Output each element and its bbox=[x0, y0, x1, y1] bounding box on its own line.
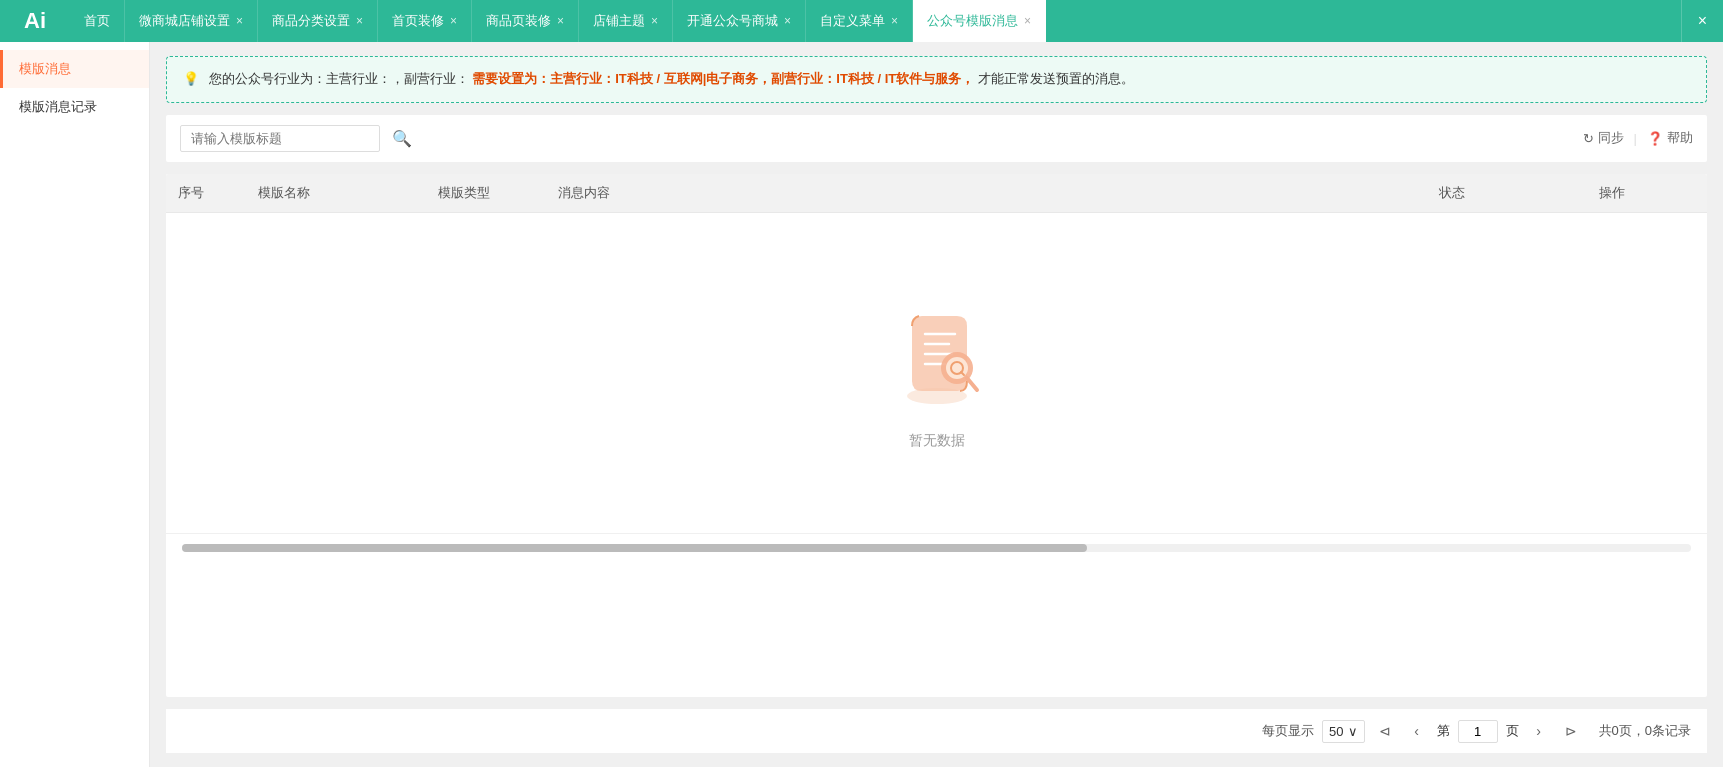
divider: | bbox=[1634, 131, 1637, 146]
sync-icon: ↻ bbox=[1583, 131, 1594, 146]
content-area: 💡 您的公众号行业为：主营行业：，副营行业： 需要设置为：主营行业：IT科技 /… bbox=[150, 42, 1723, 767]
search-bar: 🔍 ↻ 同步 | ❓ 帮助 bbox=[166, 115, 1707, 162]
nav-tab-label-homepage-decor: 首页装修 bbox=[392, 12, 444, 30]
nav-tab-close-homepage-decor[interactable]: × bbox=[450, 14, 457, 28]
nav-tabs-container: 首页微商城店铺设置×商品分类设置×首页装修×商品页装修×店铺主题×开通公众号商城… bbox=[70, 0, 1681, 42]
nav-tab-close-custom-menu[interactable]: × bbox=[891, 14, 898, 28]
main-layout: 模版消息模版消息记录 💡 您的公众号行业为：主营行业：，副营行业： 需要设置为：… bbox=[0, 42, 1723, 767]
close-all-tabs-button[interactable]: × bbox=[1681, 0, 1723, 42]
notice-banner: 💡 您的公众号行业为：主营行业：，副营行业： 需要设置为：主营行业：IT科技 /… bbox=[166, 56, 1707, 103]
nav-tab-close-product-decor[interactable]: × bbox=[557, 14, 564, 28]
nav-tab-close-micro-store[interactable]: × bbox=[236, 14, 243, 28]
search-input[interactable] bbox=[180, 125, 380, 152]
search-button[interactable]: 🔍 bbox=[388, 129, 416, 148]
nav-tab-label-custom-menu: 自定义菜单 bbox=[820, 12, 885, 30]
scrollbar-thumb[interactable] bbox=[182, 544, 1087, 552]
per-page-dropdown-icon: ∨ bbox=[1348, 724, 1358, 739]
sync-button[interactable]: ↻ 同步 bbox=[1583, 129, 1624, 147]
nav-tab-homepage-decor[interactable]: 首页装修 × bbox=[378, 0, 472, 42]
notice-suffix: 才能正常发送预置的消息。 bbox=[978, 71, 1134, 86]
nav-tab-store-theme[interactable]: 店铺主题 × bbox=[579, 0, 673, 42]
nav-tab-label-micro-store: 微商城店铺设置 bbox=[139, 12, 230, 30]
top-nav-bar: Ai 首页微商城店铺设置×商品分类设置×首页装修×商品页装修×店铺主题×开通公众… bbox=[0, 0, 1723, 42]
per-page-value: 50 bbox=[1329, 724, 1343, 739]
empty-text: 暂无数据 bbox=[909, 432, 965, 450]
table-header-status: 状态 bbox=[1427, 174, 1587, 212]
nav-tab-product-decor[interactable]: 商品页装修 × bbox=[472, 0, 579, 42]
table-body: 暂无数据 bbox=[166, 213, 1707, 533]
page-unit: 页 bbox=[1506, 722, 1519, 740]
scrollbar-track[interactable] bbox=[182, 544, 1691, 552]
notice-icon: 💡 bbox=[183, 71, 199, 86]
page-label: 第 bbox=[1437, 722, 1450, 740]
app-logo: Ai bbox=[0, 0, 70, 42]
help-label: 帮助 bbox=[1667, 129, 1693, 147]
search-left: 🔍 bbox=[180, 125, 416, 152]
nav-tab-close-template-msg[interactable]: × bbox=[1024, 14, 1031, 28]
help-button[interactable]: ❓ 帮助 bbox=[1647, 129, 1693, 147]
table-header-index: 序号 bbox=[166, 174, 246, 212]
nav-tab-micro-store[interactable]: 微商城店铺设置 × bbox=[125, 0, 258, 42]
page-next-button[interactable]: › bbox=[1527, 719, 1551, 743]
table-header: 序号模版名称模版类型消息内容状态操作 bbox=[166, 174, 1707, 213]
search-right: ↻ 同步 | ❓ 帮助 bbox=[1583, 129, 1693, 147]
notice-prefix: 您的公众号行业为：主营行业：，副营行业： bbox=[209, 71, 469, 86]
page-prev-button[interactable]: ‹ bbox=[1405, 719, 1429, 743]
sync-label: 同步 bbox=[1598, 129, 1624, 147]
nav-tab-close-store-theme[interactable]: × bbox=[651, 14, 658, 28]
pagination-bar: 每页显示 50 ∨ ⊲ ‹ 第 页 › ⊳ 共0页，0条记录 bbox=[166, 709, 1707, 753]
nav-tab-category[interactable]: 商品分类设置 × bbox=[258, 0, 378, 42]
nav-tab-label-category: 商品分类设置 bbox=[272, 12, 350, 30]
nav-tab-open-public[interactable]: 开通公众号商城 × bbox=[673, 0, 806, 42]
sidebar: 模版消息模版消息记录 bbox=[0, 42, 150, 767]
nav-tab-home[interactable]: 首页 bbox=[70, 0, 125, 42]
svg-line-7 bbox=[967, 378, 977, 390]
nav-tab-label-store-theme: 店铺主题 bbox=[593, 12, 645, 30]
nav-tab-custom-menu[interactable]: 自定义菜单 × bbox=[806, 0, 913, 42]
nav-tab-label-template-msg: 公众号模版消息 bbox=[927, 12, 1018, 30]
scrollbar-area bbox=[166, 533, 1707, 562]
page-number-input[interactable] bbox=[1458, 720, 1498, 743]
page-total: 共0页，0条记录 bbox=[1599, 722, 1691, 740]
table-header-content: 消息内容 bbox=[546, 174, 1427, 212]
nav-tab-label-product-decor: 商品页装修 bbox=[486, 12, 551, 30]
nav-tab-label-open-public: 开通公众号商城 bbox=[687, 12, 778, 30]
nav-tab-label-home: 首页 bbox=[84, 12, 110, 30]
data-table: 序号模版名称模版类型消息内容状态操作 bbox=[166, 174, 1707, 697]
logo-text: Ai bbox=[24, 8, 46, 34]
page-first-button[interactable]: ⊲ bbox=[1373, 719, 1397, 743]
nav-tab-close-category[interactable]: × bbox=[356, 14, 363, 28]
table-header-action: 操作 bbox=[1587, 174, 1707, 212]
sidebar-item-template-message[interactable]: 模版消息 bbox=[0, 50, 149, 88]
table-header-type: 模版类型 bbox=[426, 174, 546, 212]
help-icon: ❓ bbox=[1647, 131, 1663, 146]
per-page-label: 每页显示 bbox=[1262, 722, 1314, 740]
table-header-name: 模版名称 bbox=[246, 174, 426, 212]
empty-illustration bbox=[877, 296, 997, 416]
page-last-button[interactable]: ⊳ bbox=[1559, 719, 1583, 743]
sidebar-item-template-message-record[interactable]: 模版消息记录 bbox=[0, 88, 149, 126]
nav-tab-close-open-public[interactable]: × bbox=[784, 14, 791, 28]
nav-tab-template-msg[interactable]: 公众号模版消息 × bbox=[913, 0, 1046, 42]
notice-highlight: 需要设置为：主营行业：IT科技 / 互联网|电子商务，副营行业：IT科技 / I… bbox=[472, 71, 974, 86]
per-page-select[interactable]: 50 ∨ bbox=[1322, 720, 1364, 743]
